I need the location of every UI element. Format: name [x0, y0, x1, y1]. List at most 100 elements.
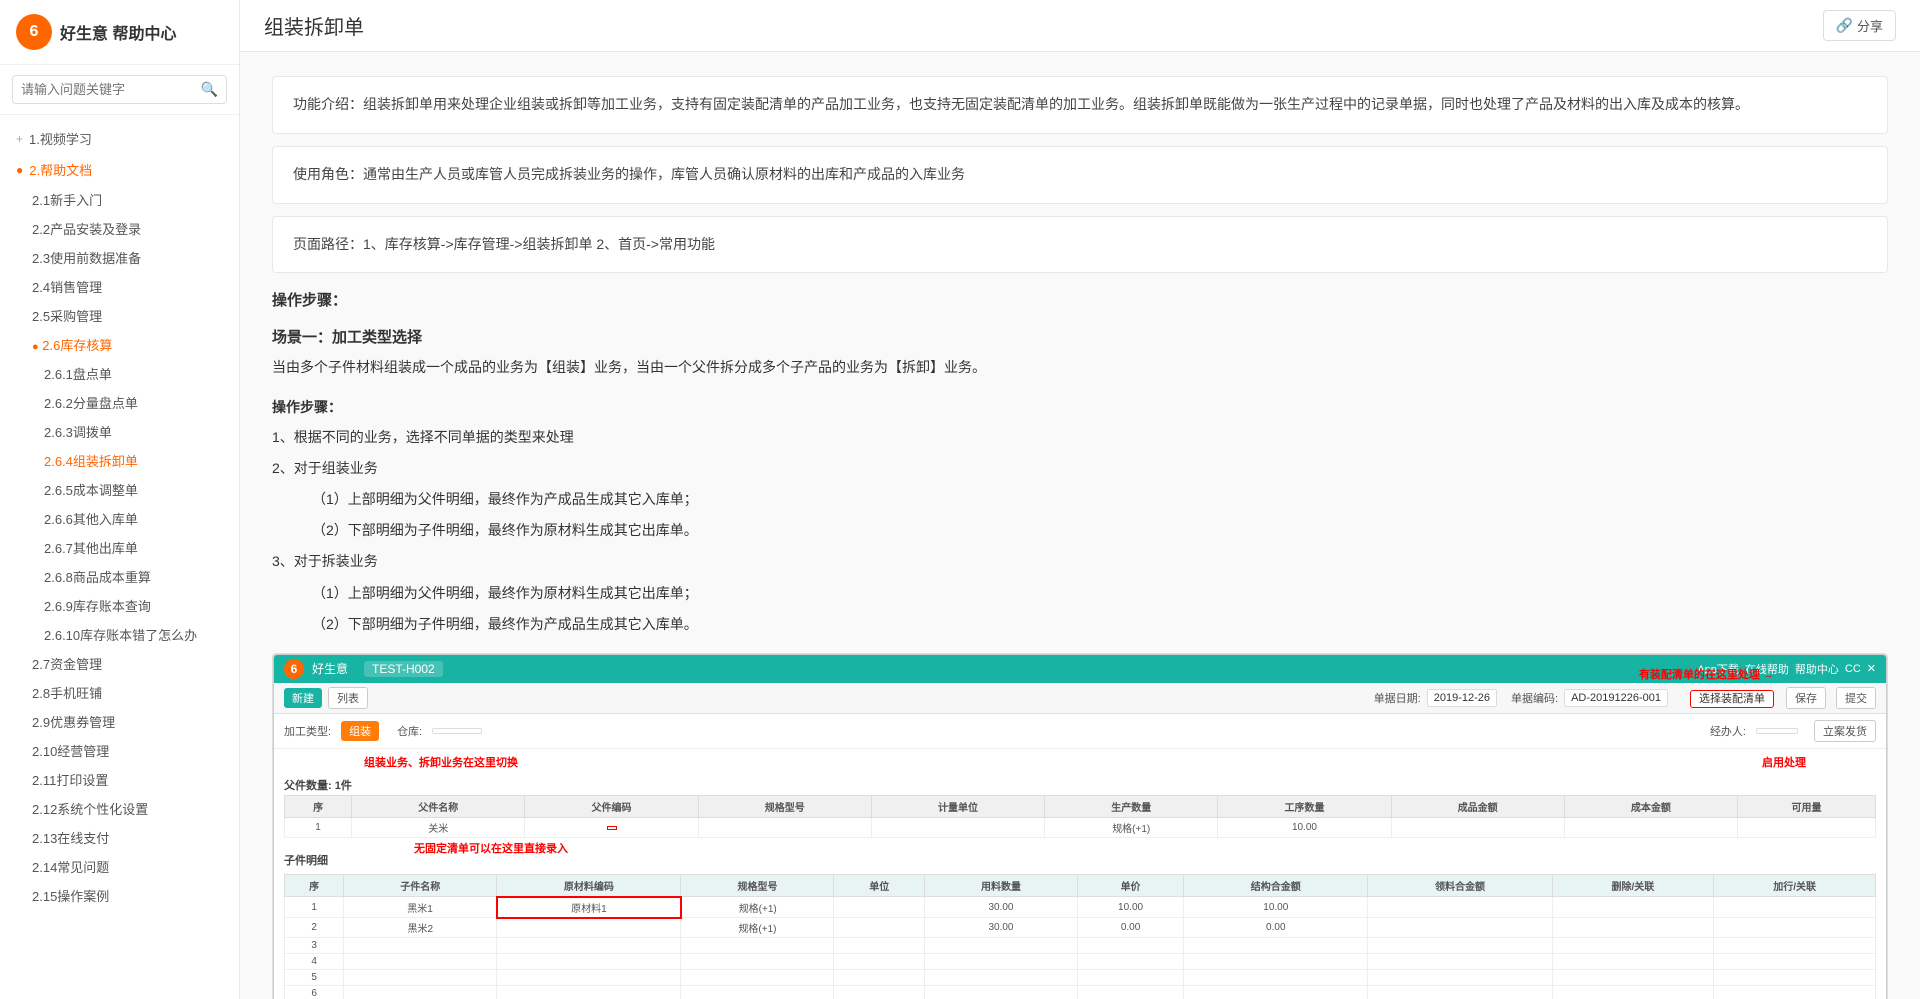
sidebar-item-2-11[interactable]: 2.11打印设置 — [0, 765, 239, 794]
ss-lower-row-3: 3 — [285, 938, 1876, 954]
ss-save-btn[interactable]: 保存 — [1786, 687, 1826, 709]
app-logo: 6 — [16, 14, 52, 50]
sidebar-item-2[interactable]: ● 2.帮助文档 — [0, 154, 239, 185]
sidebar: 6 好生意 帮助中心 🔍 + 1.视频学习 ● 2.帮助文档 2.1新手入门 2… — [0, 0, 240, 999]
annotation-type: 组装业务、拆卸业务在这里切换 — [364, 754, 518, 770]
scene1-desc: 当由多个子件材料组装成一个成品的业务为【组装】业务，当由一个父件拆分成多个子产品… — [272, 355, 1888, 380]
ss-logo: 6 — [284, 659, 304, 679]
inner-screenshot: 6 好生意 TEST-H002 App下载 在线帮助 帮助中心 CC ✕ 新建 — [273, 654, 1887, 999]
annotation-lower: 无固定清单可以在这里直接录入 — [414, 840, 568, 856]
sidebar-item-2-13[interactable]: 2.13在线支付 — [0, 823, 239, 852]
intro-block-1: 功能介绍：组装拆卸单用来处理企业组装或拆卸等加工业务，支持有固定装配清单的产品加… — [272, 76, 1888, 134]
sidebar-item-2-6-8[interactable]: 2.6.8商品成本重算 — [0, 562, 239, 591]
ss-upper-label: 父件数量: 1件 — [274, 769, 1886, 795]
step2: 2、对于组装业务 — [272, 456, 1888, 481]
intro-text-1: 功能介绍：组装拆卸单用来处理企业组装或拆卸等加工业务，支持有固定装配清单的产品加… — [293, 96, 1749, 112]
ss-lower-table: 序 子件名称 原材料编码 规格型号 单位 用料数量 单价 结构合金额 领料合金额… — [284, 874, 1876, 999]
ss-upper-table-wrapper: 序 父件名称 父件编码 规格型号 计量单位 生产数量 工序数量 成品金额 成本金… — [274, 795, 1886, 838]
ss-code-label: 单据编码: — [1511, 690, 1558, 706]
search-icon[interactable]: 🔍 — [201, 81, 218, 98]
ss-op-save[interactable]: 立案发货 — [1814, 720, 1876, 742]
sidebar-item-2-9[interactable]: 2.9优惠券管理 — [0, 707, 239, 736]
ss-system-name: 好生意 — [312, 660, 348, 677]
scene1-heading: 场景一：加工类型选择 — [272, 326, 1888, 347]
ss-warehouse — [432, 728, 482, 734]
ss-lower-row-5: 5 — [285, 970, 1876, 986]
expand-icon-1: + — [16, 132, 23, 146]
ss-close[interactable]: ✕ — [1867, 662, 1876, 675]
search-area: 🔍 — [0, 65, 239, 115]
share-icon: 🔗 — [1836, 17, 1853, 34]
screenshot-container: 6 好生意 TEST-H002 App下载 在线帮助 帮助中心 CC ✕ 新建 — [272, 653, 1888, 999]
sidebar-item-2-4[interactable]: 2.4销售管理 — [0, 272, 239, 301]
page-title: 组装拆卸单 — [264, 11, 364, 40]
step1: 1、根据不同的业务，选择不同单据的类型来处理 — [272, 425, 1888, 450]
sidebar-item-2-6-5[interactable]: 2.6.5成本调整单 — [0, 475, 239, 504]
intro-block-3: 页面路径：1、库存核算->库存管理->组装拆卸单 2、首页->常用功能 — [272, 216, 1888, 274]
ss-new-btn[interactable]: 新建 — [284, 688, 322, 708]
intro-block-2: 使用角色：通常由生产人员或库管人员完成拆装业务的操作，库管人员确认原材料的出库和… — [272, 146, 1888, 204]
ss-upper-row-1: 1 关米 规格(+1) 10.00 — [285, 817, 1876, 837]
ss-lower-row-1: 1 黑米1 原材料1 规格(+1) 30.00 10.00 10.00 — [285, 897, 1876, 918]
app-name: 好生意 帮助中心 — [60, 20, 176, 44]
annotation-enable: 启用处理 — [1762, 754, 1806, 770]
step3-1: （1）上部明细为父件明细，最终作为原材料生成其它出库单； — [312, 581, 1888, 606]
ss-assembly-btn[interactable]: 选择装配清单 — [1690, 690, 1774, 708]
sidebar-item-2-14[interactable]: 2.14常见问题 — [0, 852, 239, 881]
ss-list-btn[interactable]: 列表 — [328, 687, 368, 709]
ss-lower-row-2: 2 黑米2 规格(+1) 30.00 0.00 0.00 — [285, 918, 1876, 938]
step2-2: （2）下部明细为子件明细，最终作为原材料生成其它出库单。 — [312, 518, 1888, 543]
ops-steps-heading: 操作步骤： — [272, 397, 1888, 417]
step3-2: （2）下部明细为子件明细，最终作为产成品生成其它入库单。 — [312, 612, 1888, 637]
sidebar-item-2-5[interactable]: 2.5采购管理 — [0, 301, 239, 330]
sidebar-item-2-2[interactable]: 2.2产品安装及登录 — [0, 214, 239, 243]
intro-text-3: 页面路径：1、库存核算->库存管理->组装拆卸单 2、首页->常用功能 — [293, 236, 715, 252]
sidebar-item-2-1[interactable]: 2.1新手入门 — [0, 185, 239, 214]
top-bar: 组装拆卸单 🔗 分享 — [240, 0, 1920, 52]
search-box[interactable]: 🔍 — [12, 75, 227, 104]
ss-code-val: AD-20191226-001 — [1564, 689, 1668, 707]
sidebar-item-2-3[interactable]: 2.3使用前数据准备 — [0, 243, 239, 272]
sidebar-item-2-12[interactable]: 2.12系统个性化设置 — [0, 794, 239, 823]
ss-date-label: 单据日期: — [1374, 690, 1421, 706]
ss-submit-btn[interactable]: 提交 — [1836, 687, 1876, 709]
ss-lower-row-6: 6 — [285, 986, 1876, 999]
intro-text-2: 使用角色：通常由生产人员或库管人员完成拆装业务的操作，库管人员确认原材料的出库和… — [293, 166, 965, 182]
sidebar-item-2-6-2[interactable]: 2.6.2分量盘点单 — [0, 388, 239, 417]
content-area: 功能介绍：组装拆卸单用来处理企业组装或拆卸等加工业务，支持有固定装配清单的产品加… — [240, 52, 1920, 999]
ss-date-val: 2019-12-26 — [1427, 689, 1497, 707]
sidebar-item-2-7[interactable]: 2.7资金管理 — [0, 649, 239, 678]
ss-lower-row-4: 4 — [285, 954, 1876, 970]
logo-area: 6 好生意 帮助中心 — [0, 0, 239, 65]
search-input[interactable] — [21, 82, 201, 97]
ss-annotation-area-1: 选择装配清单 有装配清单的在这里处理 → — [1690, 690, 1774, 706]
sidebar-item-2-6-10[interactable]: 2.6.10库存账本错了怎么办 — [0, 620, 239, 649]
step2-1: （1）上部明细为父件明细，最终作为产成品生成其它入库单； — [312, 487, 1888, 512]
ss-lower-label-row: 子件明细 无固定清单可以在这里直接录入 — [274, 838, 1886, 870]
nav-tree: + 1.视频学习 ● 2.帮助文档 2.1新手入门 2.2产品安装及登录 2.3… — [0, 115, 239, 999]
sidebar-item-1[interactable]: + 1.视频学习 — [0, 123, 239, 154]
sidebar-item-2-6-9[interactable]: 2.6.9库存账本查询 — [0, 591, 239, 620]
ss-lower-table-wrapper: 序 子件名称 原材料编码 规格型号 单位 用料数量 单价 结构合金额 领料合金额… — [274, 874, 1886, 999]
share-button[interactable]: 🔗 分享 — [1823, 10, 1896, 41]
sidebar-item-2-6-3[interactable]: 2.6.3调拨单 — [0, 417, 239, 446]
sidebar-item-2-15[interactable]: 2.15操作案例 — [0, 881, 239, 910]
ops-heading: 操作步骤： — [272, 289, 1888, 310]
step3: 3、对于拆装业务 — [272, 549, 1888, 574]
ss-toolbar: 新建 列表 单据日期: 2019-12-26 单据编码: AD-20191226… — [274, 683, 1886, 714]
ss-title: TEST-H002 — [364, 661, 443, 677]
sidebar-item-2-6-7[interactable]: 2.6.7其他出库单 — [0, 533, 239, 562]
sidebar-item-2-6-6[interactable]: 2.6.6其他入库单 — [0, 504, 239, 533]
ss-type-row: 加工类型: 组装 仓库: 组装业务、拆卸业务在这里切换 经办人: 启用处理 立案… — [274, 714, 1886, 749]
annotation-assembly: 有装配清单的在这里处理 → — [1639, 666, 1774, 682]
sidebar-item-2-10[interactable]: 2.10经营管理 — [0, 736, 239, 765]
ss-upper-table: 序 父件名称 父件编码 规格型号 计量单位 生产数量 工序数量 成品金额 成本金… — [284, 795, 1876, 838]
expand-icon-2: ● — [16, 163, 23, 177]
ss-type-toggle[interactable]: 组装 — [341, 721, 379, 741]
sidebar-item-2-8[interactable]: 2.8手机旺铺 — [0, 678, 239, 707]
sidebar-item-2-6-1[interactable]: 2.6.1盘点单 — [0, 359, 239, 388]
sidebar-item-2-6[interactable]: ● 2.6库存核算 — [0, 330, 239, 359]
ss-operator — [1756, 728, 1798, 734]
main-panel: 组装拆卸单 🔗 分享 功能介绍：组装拆卸单用来处理企业组装或拆卸等加工业务，支持… — [240, 0, 1920, 999]
sidebar-item-2-6-4[interactable]: 2.6.4组装拆卸单 — [0, 446, 239, 475]
